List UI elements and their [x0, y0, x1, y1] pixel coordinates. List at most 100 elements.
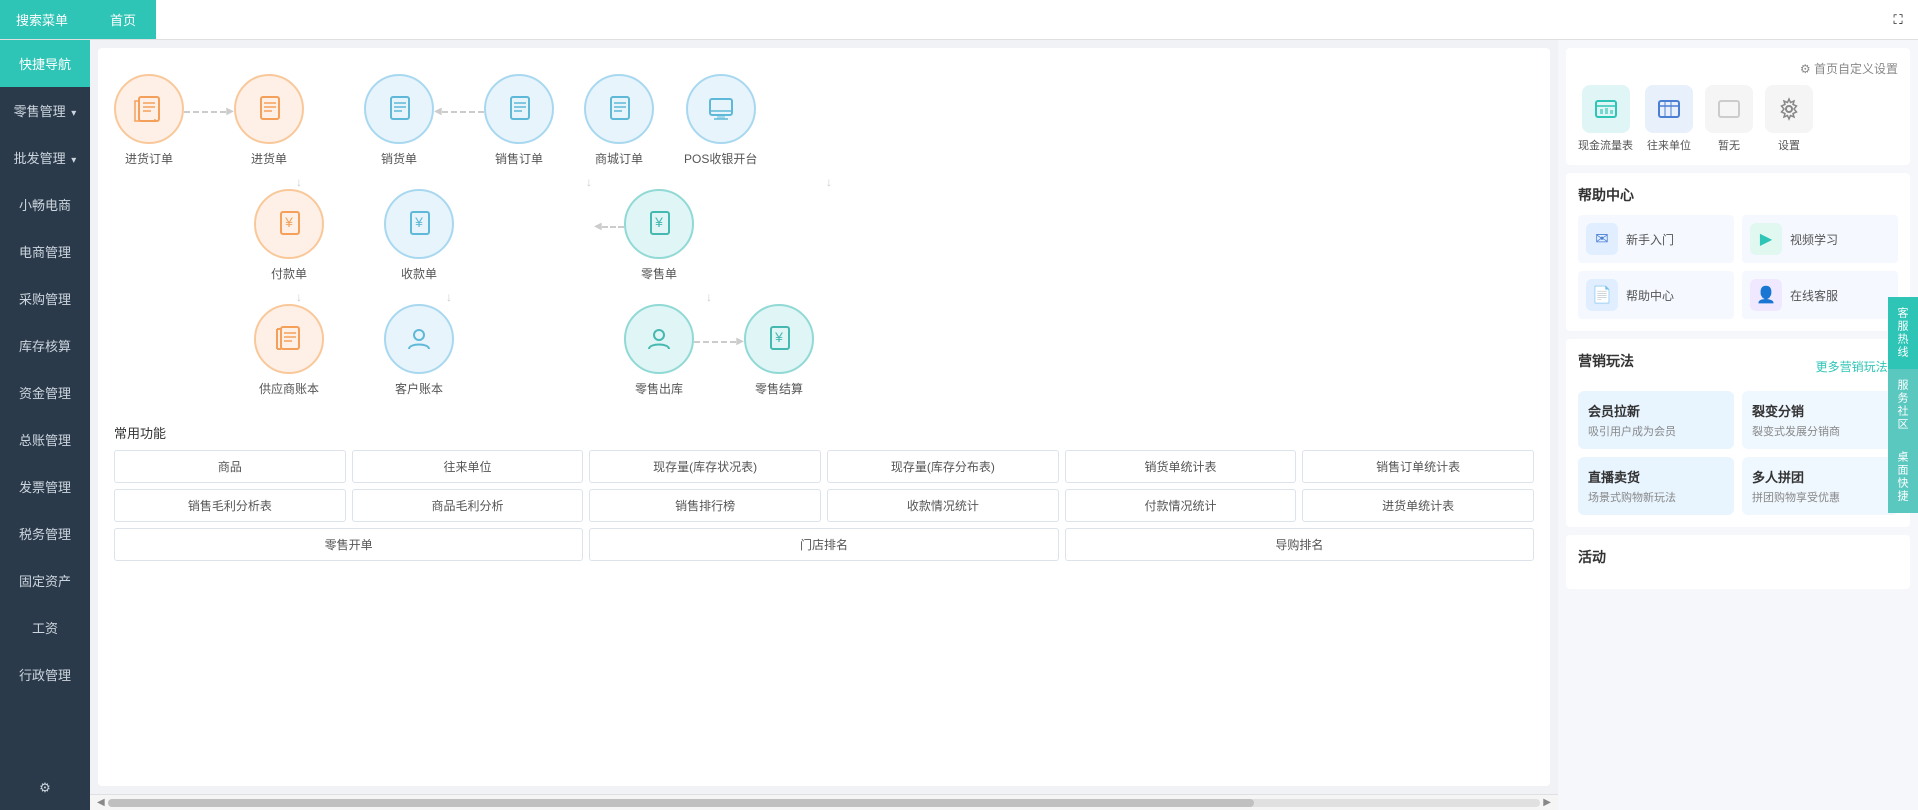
sidebar-item-assets[interactable]: 固定资产 [0, 557, 90, 604]
sidebar-item-ecom[interactable]: 小畅电商 [0, 181, 90, 228]
func-btn-stock1[interactable]: 现存量(库存状况表) [589, 450, 821, 483]
more-marketing-link[interactable]: 更多营销玩法 > [1816, 358, 1898, 375]
sidebar-item-admin[interactable]: 行政管理 [0, 651, 90, 698]
fullscreen-button[interactable]: ⛶ [1888, 10, 1908, 30]
flow-node-retail-out[interactable]: 零售出库 [624, 304, 694, 397]
func-btn-pay[interactable]: 付款情况统计 [1065, 489, 1297, 522]
sidebar-item-tax[interactable]: 税务管理 [0, 510, 90, 557]
func-btn-retail-order[interactable]: 零售开单 [114, 528, 583, 561]
quick-icons-section: ⚙ 首页自定义设置 现金流量表 往来单位 [1566, 48, 1910, 165]
flow-node-supplier[interactable]: 供应商账本 [254, 304, 324, 397]
sidebar-item-ecom-mgr[interactable]: 电商管理 [0, 228, 90, 275]
func-btn-gross2[interactable]: 商品毛利分析 [352, 489, 584, 522]
sidebar-item-purchase[interactable]: 采购管理 [0, 275, 90, 322]
sidebar-item-retail[interactable]: 零售管理 ▾ [0, 87, 90, 134]
receipt-icon: ¥ [384, 189, 454, 259]
quick-icon-settings[interactable]: 设置 [1765, 85, 1813, 153]
sp5 [544, 290, 634, 304]
sidebar-item-invoice[interactable]: 发票管理 [0, 463, 90, 510]
flow-node-customer[interactable]: 客户账本 [384, 304, 454, 397]
service-icon: 👤 [1750, 279, 1782, 311]
spacer-d3 [494, 175, 544, 189]
search-menu[interactable]: 搜索菜单 [0, 0, 90, 39]
tab-home[interactable]: 首页 [90, 0, 156, 39]
marketing-item-live[interactable]: 直播卖货 场景式购物新玩法 [1578, 457, 1734, 515]
sidebar-item-inventory[interactable]: 库存核算 [0, 322, 90, 369]
arrow-4: ▶ [694, 336, 744, 347]
home-customize-btn[interactable]: ⚙ 首页自定义设置 [1800, 60, 1898, 77]
func-btn-purchase-stat[interactable]: 进货单统计表 [1302, 489, 1534, 522]
help-item-beginner[interactable]: ✉ 新手入门 [1578, 215, 1734, 263]
arrow-down-so: ↓ [544, 175, 634, 189]
func-btn-goods[interactable]: 商品 [114, 450, 346, 483]
sidebar-item-finance[interactable]: 资金管理 [0, 369, 90, 416]
retail-settle-icon: ¥ [744, 304, 814, 374]
arrow-down-1 [114, 175, 204, 189]
quick-icon-none[interactable]: 暂无 [1705, 85, 1753, 153]
float-btn-community[interactable]: 服务社区 [1888, 369, 1918, 441]
func-btn-store-rank[interactable]: 门店排名 [589, 528, 1058, 561]
func-btn-collect[interactable]: 收款情况统计 [827, 489, 1059, 522]
help-icon-el: 📄 [1586, 279, 1618, 311]
spacer-d4 [634, 175, 664, 189]
beginner-icon: ✉ [1586, 223, 1618, 255]
func-btn-order-stat[interactable]: 销售订单统计表 [1302, 450, 1534, 483]
flow-node-purchase[interactable]: 进货单 [234, 74, 304, 167]
marketing-item-member[interactable]: 会员拉新 吸引用户成为会员 [1578, 391, 1734, 449]
func-btn-units[interactable]: 往来单位 [352, 450, 584, 483]
scroll-right[interactable]: ▶ [1540, 797, 1554, 808]
top-right: ⛶ [1888, 10, 1918, 30]
sidebar: 快捷导航 零售管理 ▾ 批发管理 ▾ 小畅电商 电商管理 采购管理 库存核算 资… [0, 40, 90, 810]
help-item-service[interactable]: 👤 在线客服 [1742, 271, 1898, 319]
sidebar-item-wholesale[interactable]: 批发管理 ▾ [0, 134, 90, 181]
flow-node-mall-order[interactable]: 商城订单 [584, 74, 654, 167]
func-row-1: 商品 往来单位 现存量(库存状况表) 现存量(库存分布表) 销货单统计表 销售订… [114, 450, 1534, 483]
customer-icon [384, 304, 454, 374]
flow-node-retail-settle[interactable]: ¥ 零售结算 [744, 304, 814, 397]
supplier-label: 供应商账本 [259, 380, 319, 397]
help-item-help[interactable]: 📄 帮助中心 [1578, 271, 1734, 319]
flow-node-sales[interactable]: 销货单 [364, 74, 434, 167]
sidebar-item-ledger[interactable]: 总账管理 [0, 416, 90, 463]
float-buttons: 客服热线 服务社区 桌面快捷 [1888, 297, 1918, 513]
flow-row-3: 供应商账本 客户账本 [114, 304, 1534, 397]
func-btn-sales-stat[interactable]: 销货单统计表 [1065, 450, 1297, 483]
group-desc: 拼团购物享受优惠 [1752, 489, 1888, 505]
supplier-icon [254, 304, 324, 374]
right-panel: ⚙ 首页自定义设置 现金流量表 往来单位 [1558, 40, 1918, 810]
arrow-1: ▶ [184, 106, 234, 117]
bottom-scrollbar[interactable]: ◀ ▶ [90, 794, 1558, 810]
float-btn-desktop[interactable]: 桌面快捷 [1888, 441, 1918, 513]
func-btn-stock2[interactable]: 现存量(库存分布表) [827, 450, 1059, 483]
sidebar-settings[interactable]: ⚙ [0, 766, 90, 810]
flow-node-payment[interactable]: ¥ 付款单 [254, 189, 324, 282]
sidebar-item-quick-nav[interactable]: 快捷导航 [0, 40, 90, 87]
flow-node-purchase-order[interactable]: 进货订单 [114, 74, 184, 167]
none-label: 暂无 [1718, 137, 1740, 153]
flow-node-pos[interactable]: POS收银开台 [684, 74, 757, 167]
pos-label: POS收银开台 [684, 150, 757, 167]
quick-icon-units[interactable]: 往来单位 [1645, 85, 1693, 153]
marketing-header: 营销玩法 更多营销玩法 > [1578, 351, 1898, 381]
marketing-item-fission[interactable]: 裂变分销 裂变式发展分销商 [1742, 391, 1898, 449]
scroll-left[interactable]: ◀ [94, 797, 108, 808]
func-btn-guide-rank[interactable]: 导购排名 [1065, 528, 1534, 561]
func-btn-gross1[interactable]: 销售毛利分析表 [114, 489, 346, 522]
help-item-video[interactable]: ▶ 视频学习 [1742, 215, 1898, 263]
quick-icon-cashflow[interactable]: 现金流量表 [1578, 85, 1633, 153]
flow-node-receipt[interactable]: ¥ 收款单 [384, 189, 454, 282]
flow-node-retail[interactable]: ¥ 零售单 [624, 189, 694, 282]
receipt-label: 收款单 [401, 265, 437, 282]
flow-node-sales-order[interactable]: 销售订单 [484, 74, 554, 167]
float-btn-service[interactable]: 客服热线 [1888, 297, 1918, 369]
arrow-down-rec: ↓ [404, 290, 494, 304]
arrow-2: ◀ [434, 106, 484, 117]
sidebar-item-salary[interactable]: 工资 [0, 604, 90, 651]
marketing-item-group[interactable]: 多人拼团 拼团购物享受优惠 [1742, 457, 1898, 515]
func-btn-rank[interactable]: 销售排行榜 [589, 489, 821, 522]
sales-order-icon [484, 74, 554, 144]
purchase-order-icon [114, 74, 184, 144]
spacer-d5 [754, 175, 784, 189]
retail-label: 零售单 [641, 265, 677, 282]
mall-order-icon [584, 74, 654, 144]
